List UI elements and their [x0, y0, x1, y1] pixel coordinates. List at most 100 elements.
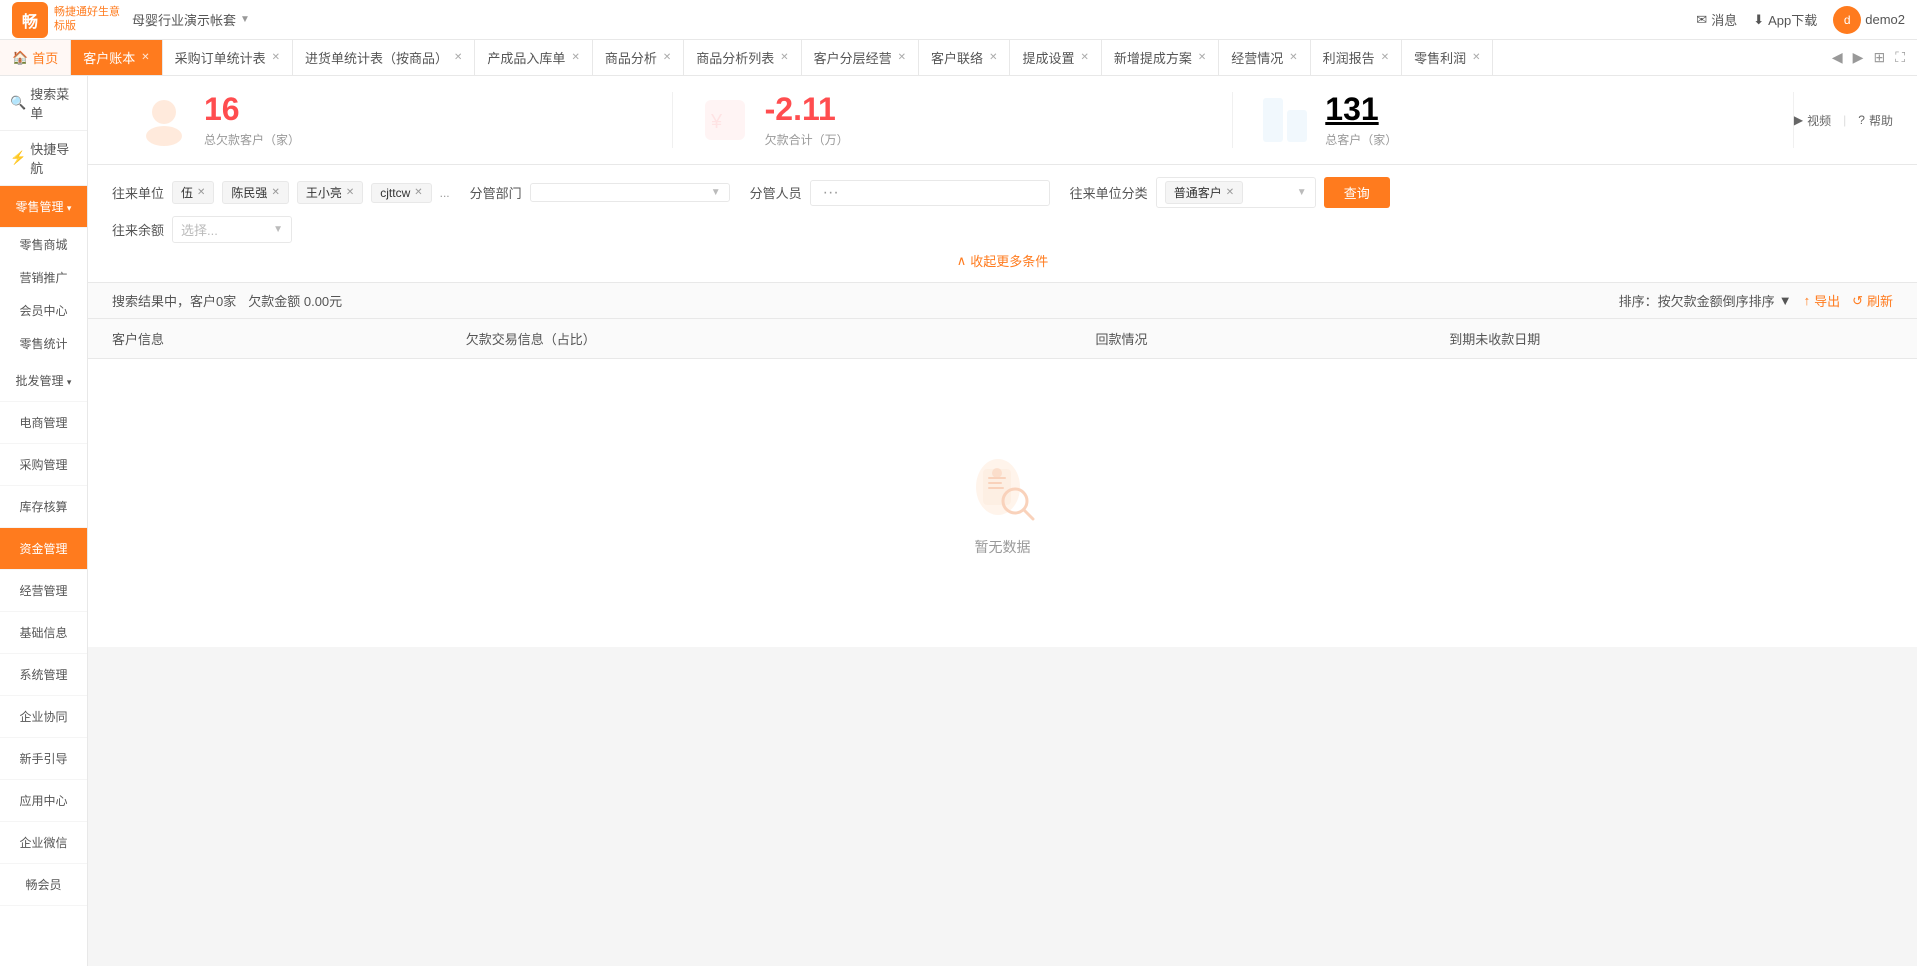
col-customer-info: 客户信息: [88, 319, 442, 359]
sidebar-item-system-mgmt[interactable]: 系统管理: [0, 654, 87, 696]
sidebar-item-member-center[interactable]: 会员中心: [0, 294, 87, 327]
tab-production-inbound[interactable]: 产成品入库单 ✕: [475, 40, 592, 76]
customers-icon: [1257, 92, 1313, 148]
sidebar-item-ecommerce[interactable]: 电商管理: [0, 402, 87, 444]
filter-category-select[interactable]: 普通客户 ✕ ▼: [1156, 177, 1316, 208]
sidebar-item-retail-mgmt[interactable]: 零售管理 ▾: [0, 186, 87, 228]
col-debt-info: 欠款交易信息（占比）: [442, 319, 1072, 359]
svg-text:¥: ¥: [710, 111, 723, 133]
filter-more-units[interactable]: ...: [440, 186, 450, 200]
tab-production-inbound-close[interactable]: ✕: [571, 52, 579, 63]
tab-inventory-stats-close[interactable]: ✕: [454, 52, 462, 63]
tab-product-analysis-close[interactable]: ✕: [663, 52, 671, 63]
chevron-down-icon: ▼: [240, 14, 250, 25]
debt-icon: ¥: [697, 92, 753, 148]
tab-purchase-order-stats-close[interactable]: ✕: [272, 52, 280, 63]
tag-cjttcw-close[interactable]: ✕: [414, 187, 422, 198]
tab-operations[interactable]: 经营情况 ✕: [1219, 40, 1310, 76]
tab-reminder-settings[interactable]: 提成设置 ✕: [1010, 40, 1101, 76]
app-download-button[interactable]: ⬇ App下载: [1753, 10, 1817, 29]
workspace-selector[interactable]: 母婴行业演示帐套 ▼: [120, 10, 262, 29]
tab-home[interactable]: 🏠 首页: [0, 40, 71, 76]
sidebar-item-retail-mall[interactable]: 零售商城: [0, 228, 87, 261]
sidebar-item-basic-info-label: 基础信息: [19, 626, 67, 640]
filter-area: 往来单位 伍 ✕ 陈民强 ✕ 王小亮 ✕ cjttcw ✕ ...: [88, 165, 1917, 283]
video-link[interactable]: ▶ 视频: [1794, 112, 1831, 129]
help-link[interactable]: ? 帮助: [1858, 112, 1893, 129]
sidebar-item-marketing[interactable]: 营销推广: [0, 261, 87, 294]
filter-tag-wu[interactable]: 伍 ✕: [172, 181, 214, 204]
tag-category-close[interactable]: ✕: [1226, 187, 1234, 198]
tab-profit-report-close[interactable]: ✕: [1381, 52, 1389, 63]
search-icon: 🔍: [10, 95, 26, 111]
sidebar-item-finance[interactable]: 资金管理: [0, 528, 87, 570]
sidebar-item-retail-mgmt-label: 零售管理: [16, 200, 64, 214]
tab-operations-close[interactable]: ✕: [1289, 52, 1297, 63]
tab-product-analysis[interactable]: 商品分析 ✕: [593, 40, 684, 76]
sidebar-item-new-guide[interactable]: 新手引导: [0, 738, 87, 780]
filter-dept-select[interactable]: ▼: [530, 183, 730, 202]
sidebar-item-purchase[interactable]: 采购管理: [0, 444, 87, 486]
tag-wu-close[interactable]: ✕: [197, 187, 205, 198]
sidebar-quick-nav[interactable]: ⚡ 快捷导航: [0, 131, 87, 186]
sidebar-item-app-center[interactable]: 应用中心: [0, 780, 87, 822]
workspace-label: 母婴行业演示帐套: [132, 10, 236, 29]
filter-person-dots[interactable]: ···: [823, 184, 839, 202]
tag-wang-close[interactable]: ✕: [346, 187, 354, 198]
tab-product-analysis-list[interactable]: 商品分析列表 ✕: [684, 40, 801, 76]
sidebar-item-basic-info[interactable]: 基础信息: [0, 612, 87, 654]
tab-profit-report[interactable]: 利润报告 ✕: [1311, 40, 1402, 76]
sidebar-item-inventory[interactable]: 库存核算: [0, 486, 87, 528]
refresh-button[interactable]: ↺ 刷新: [1852, 291, 1893, 310]
query-button[interactable]: 查询: [1324, 177, 1390, 208]
stat-debt-info: -2.11 欠款合计（万）: [765, 92, 849, 148]
tag-chen-close[interactable]: ✕: [271, 187, 279, 198]
tab-retail-profit-close[interactable]: ✕: [1472, 52, 1480, 63]
filter-tag-category[interactable]: 普通客户 ✕: [1165, 181, 1243, 204]
sidebar-item-operations-mgmt[interactable]: 经营管理: [0, 570, 87, 612]
tab-customer-contacts-close[interactable]: ✕: [989, 52, 997, 63]
filter-person-select[interactable]: ···: [810, 180, 1050, 206]
tab-customer-segment-close[interactable]: ✕: [898, 52, 906, 63]
collapse-button[interactable]: ∧ 收起更多条件: [957, 251, 1049, 270]
tab-production-inbound-label: 产成品入库单: [487, 48, 565, 67]
sidebar-item-vip-member[interactable]: 畅会员: [0, 864, 87, 906]
messages-button[interactable]: ✉ 消息: [1696, 10, 1737, 29]
filter-balance-select[interactable]: 选择... ▼: [172, 216, 292, 243]
sidebar-item-retail-stats[interactable]: 零售统计: [0, 327, 87, 360]
tab-product-analysis-list-close[interactable]: ✕: [780, 52, 788, 63]
tab-accounts-payable[interactable]: 客户账本 ✕: [71, 40, 162, 76]
tab-accounts-payable-close[interactable]: ✕: [141, 52, 149, 63]
tab-retail-profit[interactable]: 零售利润 ✕: [1402, 40, 1493, 76]
filter-tag-cjttcw[interactable]: cjttcw ✕: [371, 183, 431, 203]
sidebar-item-enterprise-collab[interactable]: 企业协同: [0, 696, 87, 738]
export-button[interactable]: ↑ 导出: [1804, 291, 1841, 310]
tab-new-achievement[interactable]: 新增提成方案 ✕: [1102, 40, 1219, 76]
user-profile[interactable]: d demo2: [1833, 6, 1905, 34]
tab-purchase-order-stats[interactable]: 采购订单统计表 ✕: [163, 40, 293, 76]
filter-row-1: 往来单位 伍 ✕ 陈民强 ✕ 王小亮 ✕ cjttcw ✕ ...: [112, 177, 1893, 208]
tab-customer-contacts-label: 客户联络: [931, 48, 983, 67]
chevron-dept-icon: ▼: [711, 187, 721, 198]
sidebar-item-finance-label: 资金管理: [19, 542, 67, 556]
nav-prev-icon[interactable]: ◀: [1828, 47, 1847, 68]
sidebar-item-inventory-label: 库存核算: [19, 500, 67, 514]
tab-inventory-stats[interactable]: 进货单统计表（按商品） ✕: [293, 40, 475, 76]
sort-selector[interactable]: 排序：按欠款金额倒序排序 ▼: [1619, 291, 1792, 310]
tab-customer-contacts[interactable]: 客户联络 ✕: [919, 40, 1010, 76]
sidebar-search[interactable]: 🔍 搜索菜单: [0, 76, 87, 131]
filter-tag-wang[interactable]: 王小亮 ✕: [297, 181, 363, 204]
tab-accounts-payable-label: 客户账本: [83, 48, 135, 67]
sidebar-item-wholesale-mgmt[interactable]: 批发管理 ▾: [0, 360, 87, 402]
nav-expand-icon[interactable]: ⊞: [1869, 47, 1889, 68]
sidebar-item-enterprise-wechat[interactable]: 企业微信: [0, 822, 87, 864]
stat-customers-value: 131: [1325, 92, 1397, 127]
filter-tag-chen[interactable]: 陈民强 ✕: [222, 181, 288, 204]
nav-next-icon[interactable]: ▶: [1849, 47, 1868, 68]
tab-customer-segment[interactable]: 客户分层经营 ✕: [802, 40, 919, 76]
tab-reminder-settings-close[interactable]: ✕: [1080, 52, 1088, 63]
chevron-balance-icon: ▼: [273, 224, 283, 235]
tab-new-achievement-close[interactable]: ✕: [1198, 52, 1206, 63]
nav-fullscreen-icon[interactable]: ⛶: [1891, 47, 1909, 68]
divider: |: [1843, 113, 1846, 127]
